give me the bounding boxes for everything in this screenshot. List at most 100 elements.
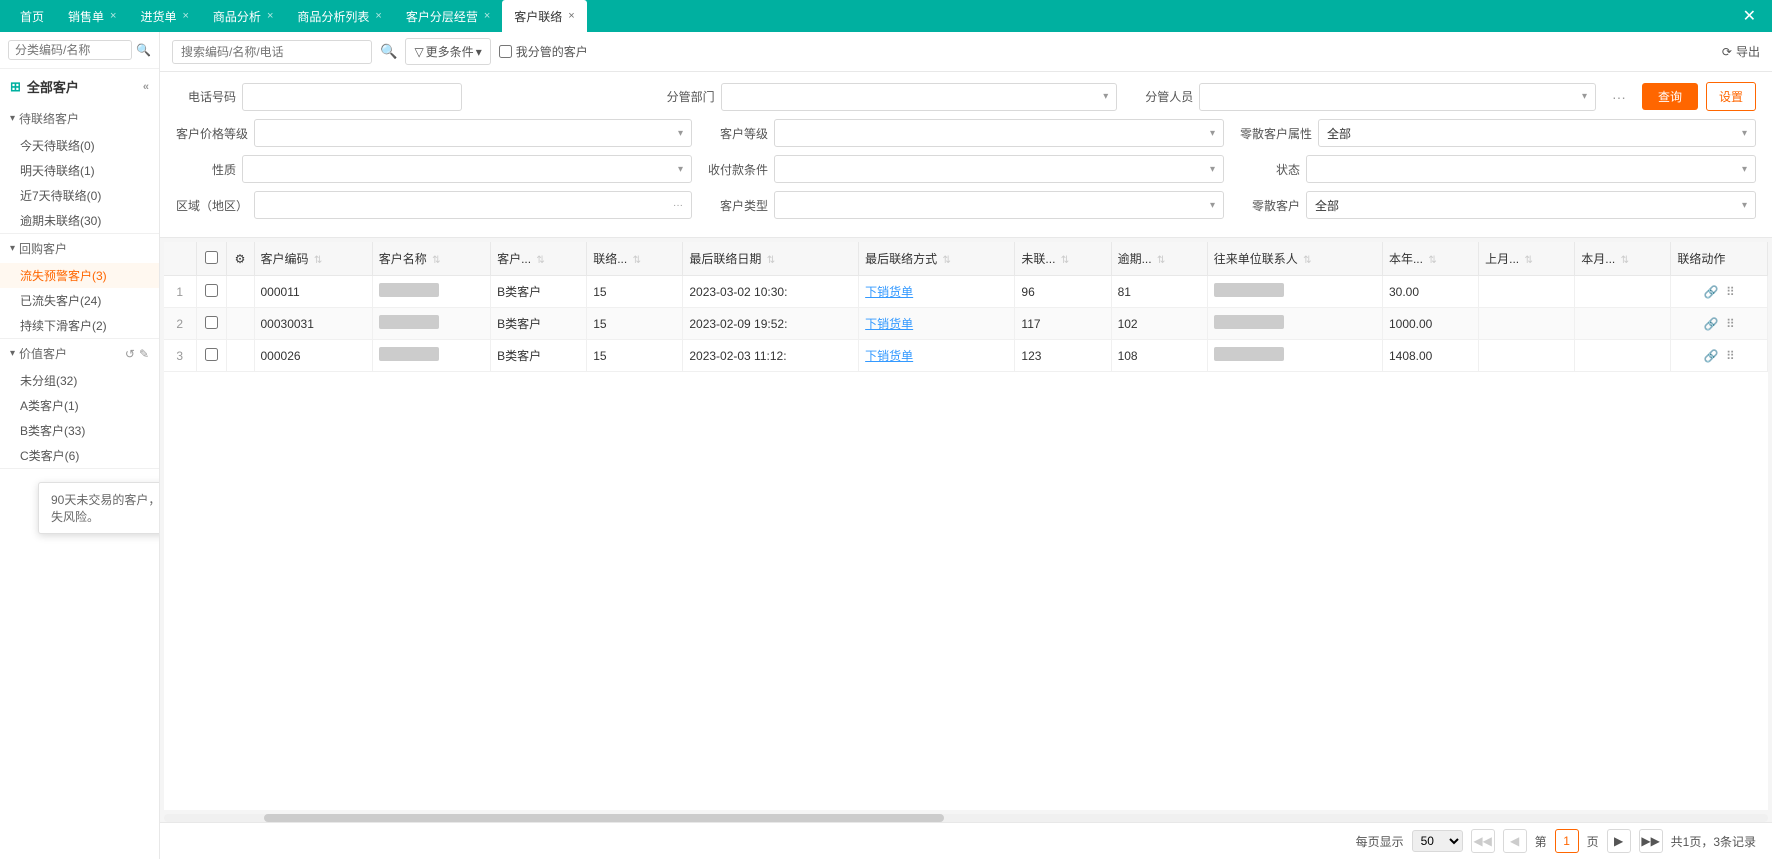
contact-action-more-icon[interactable]: ⠿ (1726, 317, 1735, 331)
export-button[interactable]: ⟳ 导出 (1722, 43, 1760, 60)
sidebar-item-class-a[interactable]: A类客户(1) (0, 393, 159, 418)
cell-last-contact-method[interactable]: 下销货单 (859, 340, 1015, 372)
search-input[interactable] (172, 40, 372, 64)
region-select[interactable]: ··· (254, 191, 692, 219)
sidebar-item-overdue-contact[interactable]: 逾期未联络(30) (0, 208, 159, 233)
close-customer-contact-tab[interactable]: × (568, 10, 574, 22)
col-unit-contact[interactable]: 往来单位联系人 ⇅ (1207, 242, 1382, 276)
value-customers-title[interactable]: ▾ 价值客户 ↺ ✎ (0, 339, 159, 368)
col-customer-type[interactable]: 客户... ⇅ (491, 242, 587, 276)
sidebar-item-tomorrow-contact[interactable]: 明天待联络(1) (0, 158, 159, 183)
cell-contact-action[interactable]: 🔗 ⠿ (1671, 308, 1768, 340)
close-product-analysis-tab[interactable]: × (267, 10, 273, 22)
cell-last-contact-method[interactable]: 下销货单 (859, 308, 1015, 340)
row1-more-button[interactable]: ··· (1612, 89, 1626, 105)
col-customer-code[interactable]: 客户编码 ⇅ (254, 242, 372, 276)
cell-contact-action[interactable]: 🔗 ⠿ (1671, 276, 1768, 308)
nature-select[interactable]: ▾ (242, 155, 692, 183)
prev-page-button[interactable]: ◀ (1503, 829, 1527, 853)
col-last-contact-date[interactable]: 最后联络日期 ⇅ (683, 242, 859, 276)
edit-icon[interactable]: ✎ (139, 347, 149, 361)
payment-select[interactable]: ▾ (774, 155, 1224, 183)
contact-action-more-icon[interactable]: ⠿ (1726, 349, 1735, 363)
my-customers-checkbox[interactable] (499, 45, 512, 58)
person-select[interactable]: ▾ (1199, 83, 1596, 111)
status-label: 状态 (1240, 161, 1300, 178)
tab-product-list[interactable]: 商品分析列表 × (285, 0, 393, 32)
row-checkbox[interactable] (205, 284, 218, 297)
customer-type-select[interactable]: ▾ (774, 191, 1224, 219)
more-conditions-button[interactable]: ▽ 更多条件 ▾ (405, 38, 490, 65)
col-overdue[interactable]: 逾期... ⇅ (1111, 242, 1207, 276)
dept-select[interactable]: ▾ (721, 83, 1118, 111)
scattered-attr-select[interactable]: 全部 ▾ (1318, 119, 1756, 147)
col-settings[interactable]: ⚙ (226, 242, 254, 276)
refresh-icon[interactable]: ↺ (125, 347, 135, 361)
phone-input[interactable] (242, 83, 462, 111)
first-page-button[interactable]: ◀◀ (1471, 829, 1495, 853)
col-customer-name[interactable]: 客户名称 ⇅ (372, 242, 490, 276)
tab-home[interactable]: 首页 (8, 0, 56, 32)
my-customers-checkbox-area[interactable]: 我分管的客户 (499, 43, 588, 60)
contact-action-more-icon[interactable]: ⠿ (1726, 285, 1735, 299)
per-page-select[interactable]: 50 10 20 100 (1412, 830, 1463, 852)
col-last-month[interactable]: 上月... ⇅ (1479, 242, 1575, 276)
sidebar-item-ungroup[interactable]: 未分组(32) (0, 368, 159, 393)
cell-checkbox[interactable] (196, 276, 226, 308)
sidebar-item-loss-warning[interactable]: 流失预警客户(3) (0, 263, 159, 288)
sort-contact-icon: ⇅ (633, 255, 641, 266)
col-uncontacted[interactable]: 未联... ⇅ (1015, 242, 1111, 276)
row-checkbox[interactable] (205, 348, 218, 361)
cell-checkbox[interactable] (196, 308, 226, 340)
close-customer-tier-tab[interactable]: × (484, 10, 490, 22)
close-purchase-tab[interactable]: × (182, 10, 188, 22)
col-this-month[interactable]: 本月... ⇅ (1575, 242, 1671, 276)
scattered-customer-select[interactable]: 全部 ▾ (1306, 191, 1756, 219)
close-product-list-tab[interactable]: × (375, 10, 381, 22)
sidebar-search-icon[interactable]: 🔍 (136, 43, 151, 57)
sidebar-item-class-b[interactable]: B类客户(33) (0, 418, 159, 443)
customer-tier-select[interactable]: ▾ (774, 119, 1224, 147)
sidebar-item-7day-contact[interactable]: 近7天待联络(0) (0, 183, 159, 208)
tab-sales[interactable]: 销售单 × (56, 0, 128, 32)
contact-method-link[interactable]: 下销货单 (865, 285, 913, 299)
pending-contact-title[interactable]: ▾ 待联络客户 (0, 104, 159, 133)
status-select[interactable]: ▾ (1306, 155, 1756, 183)
cell-last-contact-method[interactable]: 下销货单 (859, 276, 1015, 308)
col-last-contact-method[interactable]: 最后联络方式 ⇅ (859, 242, 1015, 276)
tab-purchase[interactable]: 进货单 × (128, 0, 200, 32)
query-button[interactable]: 查询 (1642, 83, 1698, 110)
sidebar-collapse-button[interactable]: « (143, 81, 149, 93)
cell-contact-action[interactable]: 🔗 ⠿ (1671, 340, 1768, 372)
col-checkbox[interactable] (196, 242, 226, 276)
select-all-checkbox[interactable] (205, 251, 218, 264)
all-customers-header[interactable]: ⊞ 全部客户 « (0, 69, 159, 104)
contact-method-link[interactable]: 下销货单 (865, 317, 913, 331)
cell-checkbox[interactable] (196, 340, 226, 372)
window-close-button[interactable]: ✕ (1735, 6, 1764, 26)
tab-customer-tier[interactable]: 客户分层经营 × (394, 0, 502, 32)
sidebar-item-class-c[interactable]: C类客户(6) (0, 443, 159, 468)
lost-customers-title[interactable]: ▾ 回购客户 (0, 234, 159, 263)
sidebar-item-today-contact[interactable]: 今天待联络(0) (0, 133, 159, 158)
horizontal-scrollbar-thumb[interactable] (264, 814, 944, 822)
sidebar-search-input[interactable] (8, 40, 132, 60)
last-page-button[interactable]: ▶▶ (1639, 829, 1663, 853)
price-tier-select[interactable]: ▾ (254, 119, 692, 147)
next-page-button[interactable]: ▶ (1607, 829, 1631, 853)
tab-product-analysis[interactable]: 商品分析 × (201, 0, 285, 32)
contact-action-link-icon[interactable]: 🔗 (1704, 349, 1719, 363)
search-button[interactable]: 🔍 (380, 43, 397, 60)
close-sales-tab[interactable]: × (110, 10, 116, 22)
contact-method-link[interactable]: 下销货单 (865, 349, 913, 363)
col-contact[interactable]: 联络... ⇅ (587, 242, 683, 276)
settings-button[interactable]: 设置 (1706, 82, 1756, 111)
contact-action-link-icon[interactable]: 🔗 (1704, 285, 1719, 299)
tab-customer-contact[interactable]: 客户联络 × (502, 0, 586, 32)
row-checkbox[interactable] (205, 316, 218, 329)
sidebar-item-declining[interactable]: 持续下滑客户(2) (0, 313, 159, 338)
sidebar-item-lost[interactable]: 已流失客户(24) (0, 288, 159, 313)
contact-action-link-icon[interactable]: 🔗 (1704, 317, 1719, 331)
horizontal-scrollbar[interactable] (164, 814, 1768, 822)
col-this-year[interactable]: 本年... ⇅ (1382, 242, 1478, 276)
